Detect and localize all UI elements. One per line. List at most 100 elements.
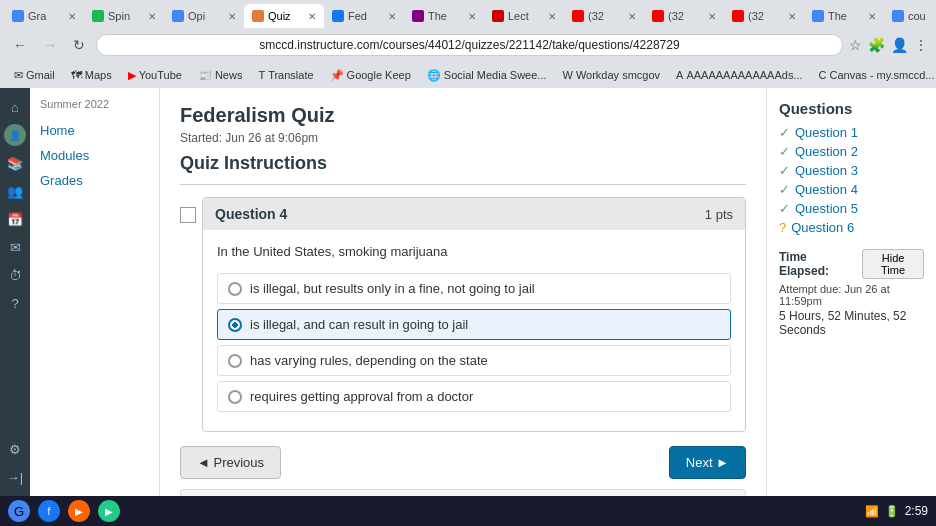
- extensions-icon[interactable]: 🧩: [868, 37, 885, 53]
- bookmark-social[interactable]: 🌐Social Media Swee...: [421, 67, 553, 84]
- answer-option-3[interactable]: has varying rules, depending on the stat…: [217, 345, 731, 376]
- sidebar-item-modules[interactable]: Modules: [40, 143, 149, 168]
- question-link-3[interactable]: ✓ Question 3: [779, 163, 924, 178]
- quiz-title: Federalism Quiz: [180, 104, 746, 127]
- tab-lect[interactable]: Lect ✕: [484, 4, 564, 28]
- courses-nav-icon[interactable]: 📚: [4, 152, 26, 174]
- divider: [180, 184, 746, 185]
- icon-sidebar: ⌂ 👤 📚 👥 📅 ✉ ⏱ ? ⚙ →|: [0, 88, 30, 496]
- battery-icon: 🔋: [885, 505, 899, 518]
- tab-label: The: [828, 10, 847, 22]
- taskbar-icon-1[interactable]: G: [8, 500, 30, 522]
- bookmark-ads[interactable]: AAAAAAAAAAAAAAds...: [670, 67, 809, 83]
- tab-yt2[interactable]: (32 ✕: [644, 4, 724, 28]
- history-nav-icon[interactable]: ⏱: [4, 264, 26, 286]
- tab-close-fed[interactable]: ✕: [388, 11, 396, 22]
- bookmark-canvas[interactable]: CCanvas - my.smccd...: [813, 67, 936, 83]
- tab-close-the2[interactable]: ✕: [868, 11, 876, 22]
- tab-close-gra[interactable]: ✕: [68, 11, 76, 22]
- collapse-sidebar-icon[interactable]: →|: [4, 466, 26, 488]
- radio-button-3: [228, 354, 242, 368]
- questions-panel-heading: Questions: [779, 100, 924, 117]
- next-button[interactable]: Next ►: [669, 446, 746, 479]
- tab-opi[interactable]: Opi ✕: [164, 4, 244, 28]
- tab-close-opi[interactable]: ✕: [228, 11, 236, 22]
- bookmark-maps[interactable]: 🗺Maps: [65, 67, 118, 83]
- tab-label: Fed: [348, 10, 367, 22]
- bookmark-star-icon[interactable]: ☆: [849, 37, 862, 53]
- tab-close-yt1[interactable]: ✕: [628, 11, 636, 22]
- tab-cou[interactable]: cou ✕: [884, 4, 936, 28]
- calendar-nav-icon[interactable]: 📅: [4, 208, 26, 230]
- sidebar-item-home[interactable]: Home: [40, 118, 149, 143]
- answer-text-1: is illegal, but results only in a fine, …: [250, 281, 535, 296]
- forward-button[interactable]: →: [38, 34, 62, 56]
- question-link-1[interactable]: ✓ Question 1: [779, 125, 924, 140]
- radio-button-1: [228, 282, 242, 296]
- check-icon-1: ✓: [779, 125, 790, 140]
- tab-the1[interactable]: The ✕: [404, 4, 484, 28]
- tab-close-yt2[interactable]: ✕: [708, 11, 716, 22]
- previous-button[interactable]: ◄ Previous: [180, 446, 281, 479]
- tab-spin[interactable]: Spin ✕: [84, 4, 164, 28]
- tab-close-yt3[interactable]: ✕: [788, 11, 796, 22]
- time-remaining-text: 5 Hours, 52 Minutes, 52 Seconds: [779, 309, 924, 337]
- back-button[interactable]: ←: [8, 34, 32, 56]
- more-icon[interactable]: ⋮: [914, 37, 928, 53]
- answer-option-4[interactable]: requires getting approval from a doctor: [217, 381, 731, 412]
- tab-label: Gra: [28, 10, 46, 22]
- browser-chrome: Gra ✕ Spin ✕ Opi ✕ Quiz ✕ Fed ✕ The ✕: [0, 0, 936, 88]
- tab-label: The: [428, 10, 447, 22]
- question-link-5[interactable]: ✓ Question 5: [779, 201, 924, 216]
- question-link-label-3: Question 3: [795, 163, 858, 178]
- tab-close-the1[interactable]: ✕: [468, 11, 476, 22]
- tab-close-quiz[interactable]: ✕: [308, 11, 316, 22]
- help-nav-icon[interactable]: ?: [4, 292, 26, 314]
- bookmark-gmail[interactable]: ✉Gmail: [8, 67, 61, 84]
- answer-text-4: requires getting approval from a doctor: [250, 389, 473, 404]
- account-icon[interactable]: 👤: [891, 37, 908, 53]
- answer-option-2[interactable]: is illegal, and can result in going to j…: [217, 309, 731, 340]
- tab-close-spin[interactable]: ✕: [148, 11, 156, 22]
- tab-gra[interactable]: Gra ✕: [4, 4, 84, 28]
- user-avatar[interactable]: 👤: [4, 124, 26, 146]
- taskbar-icon-2[interactable]: f: [38, 500, 60, 522]
- home-nav-icon[interactable]: ⌂: [4, 96, 26, 118]
- taskbar-icon-3[interactable]: ▶: [68, 500, 90, 522]
- answer-option-1[interactable]: is illegal, but results only in a fine, …: [217, 273, 731, 304]
- answer-text-3: has varying rules, depending on the stat…: [250, 353, 488, 368]
- tab-quiz[interactable]: Quiz ✕: [244, 4, 324, 28]
- tab-fed[interactable]: Fed ✕: [324, 4, 404, 28]
- settings-nav-icon[interactable]: ⚙: [4, 438, 26, 460]
- address-bar[interactable]: smccd.instructure.com/courses/44012/quiz…: [96, 34, 843, 56]
- tab-bar: Gra ✕ Spin ✕ Opi ✕ Quiz ✕ Fed ✕ The ✕: [0, 0, 936, 28]
- question-flag-checkbox[interactable]: [180, 207, 196, 223]
- inbox-nav-icon[interactable]: ✉: [4, 236, 26, 258]
- groups-nav-icon[interactable]: 👥: [4, 180, 26, 202]
- tab-the2[interactable]: The ✕: [804, 4, 884, 28]
- course-sidebar: Summer 2022 Home Modules Grades: [30, 88, 160, 496]
- question-link-2[interactable]: ✓ Question 2: [779, 144, 924, 159]
- bookmark-translate[interactable]: TTranslate: [252, 67, 319, 83]
- bookmark-youtube[interactable]: ▶YouTube: [122, 67, 188, 84]
- bookmark-workday[interactable]: WWorkday smcgov: [557, 67, 667, 83]
- tab-close-lect[interactable]: ✕: [548, 11, 556, 22]
- question-mark-icon-6: ?: [779, 220, 786, 235]
- sidebar-item-grades[interactable]: Grades: [40, 168, 149, 193]
- taskbar-icon-4[interactable]: ▶: [98, 500, 120, 522]
- bottom-bar: Not saved Submit Quiz: [180, 489, 746, 496]
- tab-yt1[interactable]: (32 ✕: [564, 4, 644, 28]
- tab-yt3[interactable]: (32 ✕: [724, 4, 804, 28]
- question-link-6[interactable]: ? Question 6: [779, 220, 924, 235]
- bookmark-news[interactable]: 📰News: [192, 67, 249, 84]
- radio-button-4: [228, 390, 242, 404]
- bookmark-keep[interactable]: 📌Google Keep: [324, 67, 417, 84]
- hide-time-button[interactable]: Hide Time: [862, 249, 924, 279]
- question-row: Question 4 1 pts In the United States, s…: [180, 197, 746, 446]
- reload-button[interactable]: ↻: [68, 34, 90, 56]
- wifi-icon: 📶: [865, 505, 879, 518]
- question-number: Question 4: [215, 206, 287, 222]
- question-header: Question 4 1 pts: [203, 198, 745, 230]
- address-bar-row: ← → ↻ smccd.instructure.com/courses/4401…: [0, 28, 936, 62]
- question-link-4[interactable]: ✓ Question 4: [779, 182, 924, 197]
